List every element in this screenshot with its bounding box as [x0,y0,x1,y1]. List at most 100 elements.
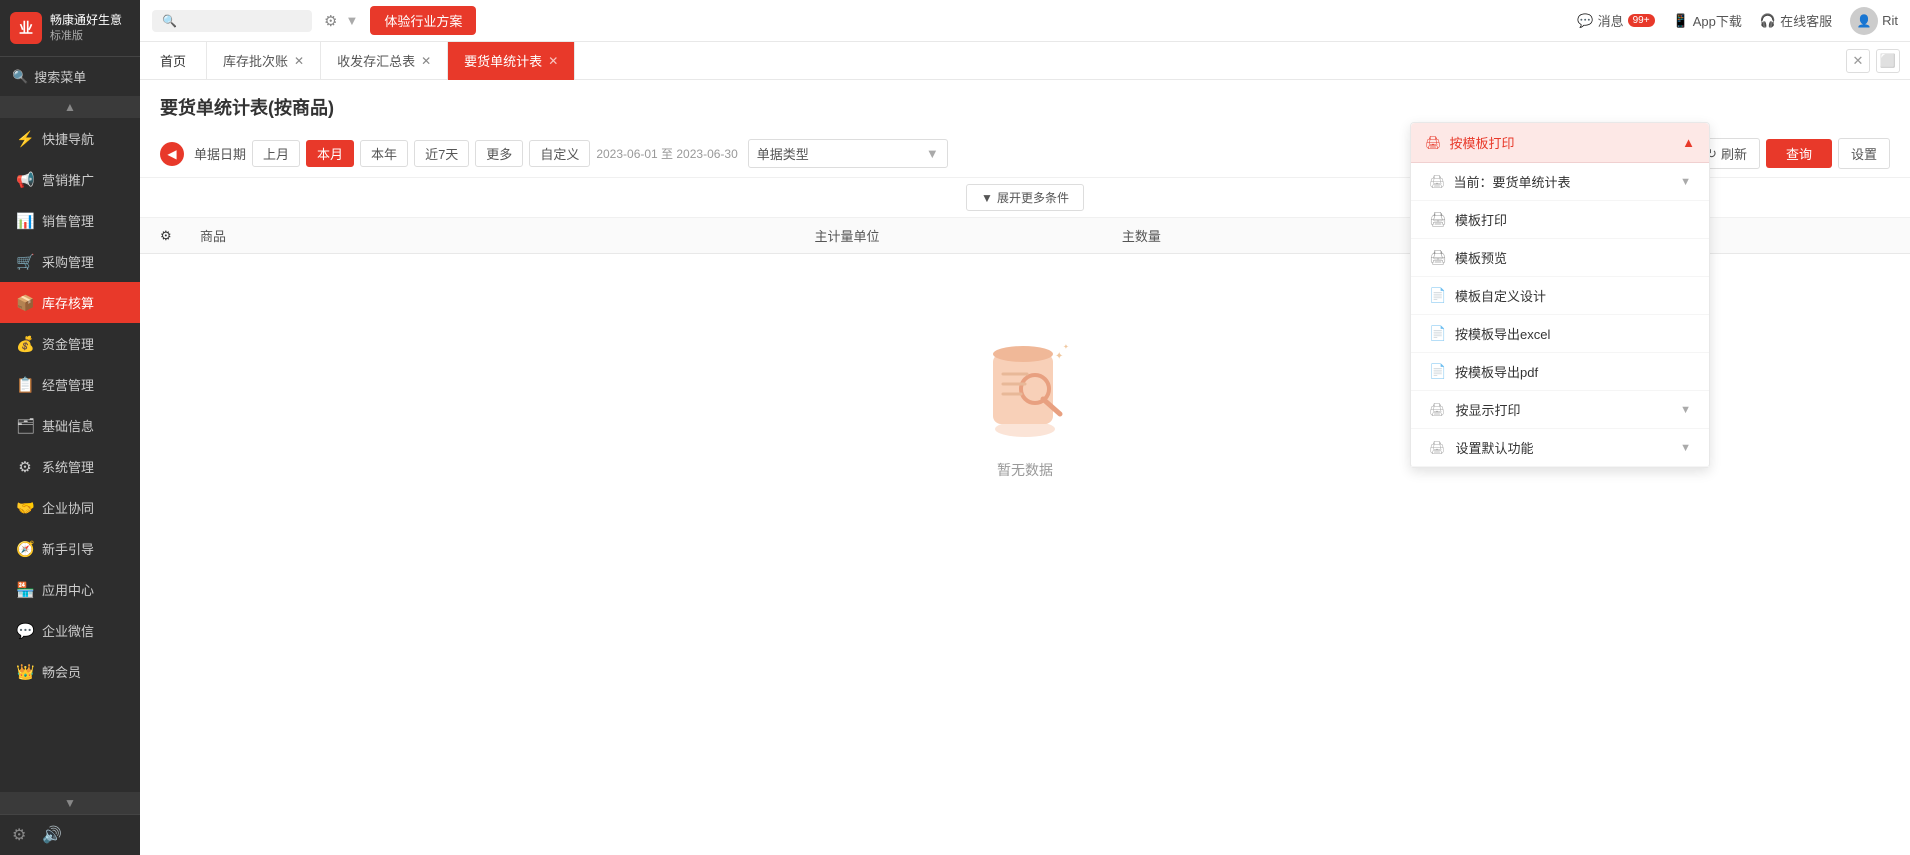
tab-close-batch[interactable]: ✕ [294,54,304,68]
tabs-actions: ✕ ⬜ [1836,49,1910,73]
page-container: 要货单统计表(按商品) ◀ 单据日期 上月 本月 本年 近7天 更多 自定义 2… [140,80,1910,855]
tab-close-order[interactable]: ✕ [548,54,558,68]
message-icon: 💬 [1577,13,1593,29]
sidebar-item-collab[interactable]: 🤝 企业协同 [0,487,140,528]
template-export-pdf-item[interactable]: 📄 按模板导出pdf [1411,353,1709,391]
sidebar-item-appstore[interactable]: 🏪 应用中心 [0,569,140,610]
date-btn-more[interactable]: 更多 [475,140,523,167]
topbar-search[interactable]: 🔍 [152,10,312,32]
expand-more-btn[interactable]: ▼ 展开更多条件 [966,184,1084,211]
template-preview-item[interactable]: 🖨 模板预览 [1411,239,1709,277]
tab-home[interactable]: 首页 [140,42,207,80]
purchase-icon: 🛒 [16,253,34,271]
date-filter-label: 单据日期 [194,144,246,163]
empty-state-illustration: ✦ ✦ [975,334,1075,444]
tab-close-receipt[interactable]: ✕ [421,54,431,68]
marketing-icon: 📢 [16,171,34,189]
select-arrow-icon: ▼ [926,146,939,161]
content-area: 要货单统计表(按商品) ◀ 单据日期 上月 本月 本年 近7天 更多 自定义 2… [140,80,1910,855]
sidebar-nav: ⚡ 快捷导航 📢 营销推广 📊 销售管理 🛒 采购管理 📦 库存核算 💰 资金管… [0,118,140,792]
default-feature-icon: 🖨 [1429,440,1446,456]
svg-text:✦: ✦ [1055,351,1063,362]
quick-nav-icon: ⚡ [16,130,34,148]
dropdown-arrow[interactable]: ▼ [345,13,358,28]
page-title: 要货单统计表(按商品) [160,94,334,120]
search-menu-item[interactable]: 🔍 搜索菜单 [0,57,140,96]
sidebar-item-marketing[interactable]: 📢 营销推广 [0,159,140,200]
user-name: Rit [1882,13,1898,28]
sales-icon: 📊 [16,212,34,230]
topbar-gear-icon[interactable]: ⚙ [324,12,337,30]
tab-order-stats[interactable]: 要货单统计表 ✕ [448,42,575,80]
query-btn[interactable]: 查询 [1766,139,1832,168]
sidebar-item-operations[interactable]: 📋 经营管理 [0,364,140,405]
print-dropdown-header-icon: 🖨 [1425,135,1442,151]
date-btn-last-month[interactable]: 上月 [252,140,300,167]
date-range-display: 2023-06-01 至 2023-06-30 [596,145,737,162]
app-download-btn[interactable]: 📱 App下载 [1673,11,1742,30]
user-avatar: 👤 [1850,7,1878,35]
date-btn-this-year[interactable]: 本年 [360,140,408,167]
message-btn[interactable]: 💬 消息 99+ [1577,11,1654,30]
guide-icon: 🧭 [16,540,34,558]
sidebar-item-guide[interactable]: 🧭 新手引导 [0,528,140,569]
display-print-item[interactable]: 🖨 按显示打印 ▼ [1411,391,1709,429]
template-export-excel-item[interactable]: 📄 按模板导出excel [1411,315,1709,353]
settings-btn[interactable]: 设置 [1838,138,1890,169]
date-btn-this-month[interactable]: 本月 [306,140,354,167]
collab-icon: 🤝 [16,499,34,517]
user-avatar-area[interactable]: 👤 Rit [1850,7,1898,35]
template-custom-item[interactable]: 📄 模板自定义设计 [1411,277,1709,315]
th-qty: 主数量 [1122,226,1429,245]
topbar-right: 💬 消息 99+ 📱 App下载 🎧 在线客服 👤 Rit [1577,7,1898,35]
main-area: 🔍 ⚙ ▼ 体验行业方案 💬 消息 99+ 📱 App下载 🎧 在线客服 👤 [140,0,1910,855]
tab-receipt-summary[interactable]: 收发存汇总表 ✕ [321,42,448,80]
bill-type-select[interactable]: 单据类型 ▼ [748,139,948,168]
sidebar-item-system[interactable]: ⚙ 系统管理 [0,446,140,487]
sidebar-item-finance[interactable]: 💰 资金管理 [0,323,140,364]
support-icon: 🎧 [1760,13,1776,29]
sidebar-item-wechat[interactable]: 💬 企业微信 [0,610,140,651]
tab-bar: 首页 库存批次账 ✕ 收发存汇总表 ✕ 要货单统计表 ✕ ✕ ⬜ [140,42,1910,80]
date-btn-custom[interactable]: 自定义 [529,140,590,167]
sidebar-item-sales[interactable]: 📊 销售管理 [0,200,140,241]
th-gear: ⚙ [160,228,200,244]
sidebar-item-basic[interactable]: 🗂 基础信息 [0,405,140,446]
settings-icon[interactable]: ⚙ [12,825,26,845]
system-icon: ⚙ [16,458,34,476]
basic-icon: 🗂 [16,417,34,435]
wechat-icon: 💬 [16,622,34,640]
template-preview-icon: 🖨 [1429,249,1445,266]
date-filter-group: 单据日期 上月 本月 本年 近7天 更多 自定义 2023-06-01 至 20… [194,140,738,167]
expand-collapse-btn[interactable]: ◀ [160,142,184,166]
collapse-icon[interactable]: ▲ [1682,135,1695,150]
date-btn-7days[interactable]: 近7天 [414,140,469,167]
template-print-item[interactable]: 🖨 模板打印 [1411,201,1709,239]
sidebar-item-inventory[interactable]: 📦 库存核算 [0,282,140,323]
current-template-item[interactable]: 🖨 当前：要货单统计表 ▼ [1411,163,1709,201]
sidebar-item-member[interactable]: 👑 畅会员 [0,651,140,692]
sidebar-scroll-up[interactable]: ▲ [0,96,140,118]
tab-batch-account[interactable]: 库存批次账 ✕ [207,42,321,80]
default-feature-arrow: ▼ [1680,442,1691,454]
sound-icon[interactable]: 🔊 [42,825,62,845]
th-product: 商品 [200,226,815,245]
print-dropdown-header[interactable]: 🖨 按模板打印 ▲ [1411,123,1709,163]
trial-btn[interactable]: 体验行业方案 [370,6,476,35]
sidebar-item-purchase[interactable]: 🛒 采购管理 [0,241,140,282]
topbar-search-icon: 🔍 [162,14,177,28]
svg-text:✦: ✦ [1063,343,1069,351]
print-dropdown-panel: 🖨 按模板打印 ▲ 🖨 当前：要货单统计表 ▼ 🖨 模板打印 [1410,122,1710,468]
default-feature-item[interactable]: 🖨 设置默认功能 ▼ [1411,429,1709,467]
display-print-arrow: ▼ [1680,404,1691,416]
current-template-icon: 🖨 [1429,174,1446,190]
finance-icon: 💰 [16,335,34,353]
column-settings-icon[interactable]: ⚙ [160,228,172,243]
app-logo-icon: 业 [10,12,42,44]
sidebar-scroll-down[interactable]: ▼ [0,792,140,814]
tab-maximize[interactable]: ⬜ [1876,49,1900,73]
tab-close-window[interactable]: ✕ [1846,49,1870,73]
online-support-btn[interactable]: 🎧 在线客服 [1760,11,1832,30]
sidebar-item-quick-nav[interactable]: ⚡ 快捷导航 [0,118,140,159]
operations-icon: 📋 [16,376,34,394]
